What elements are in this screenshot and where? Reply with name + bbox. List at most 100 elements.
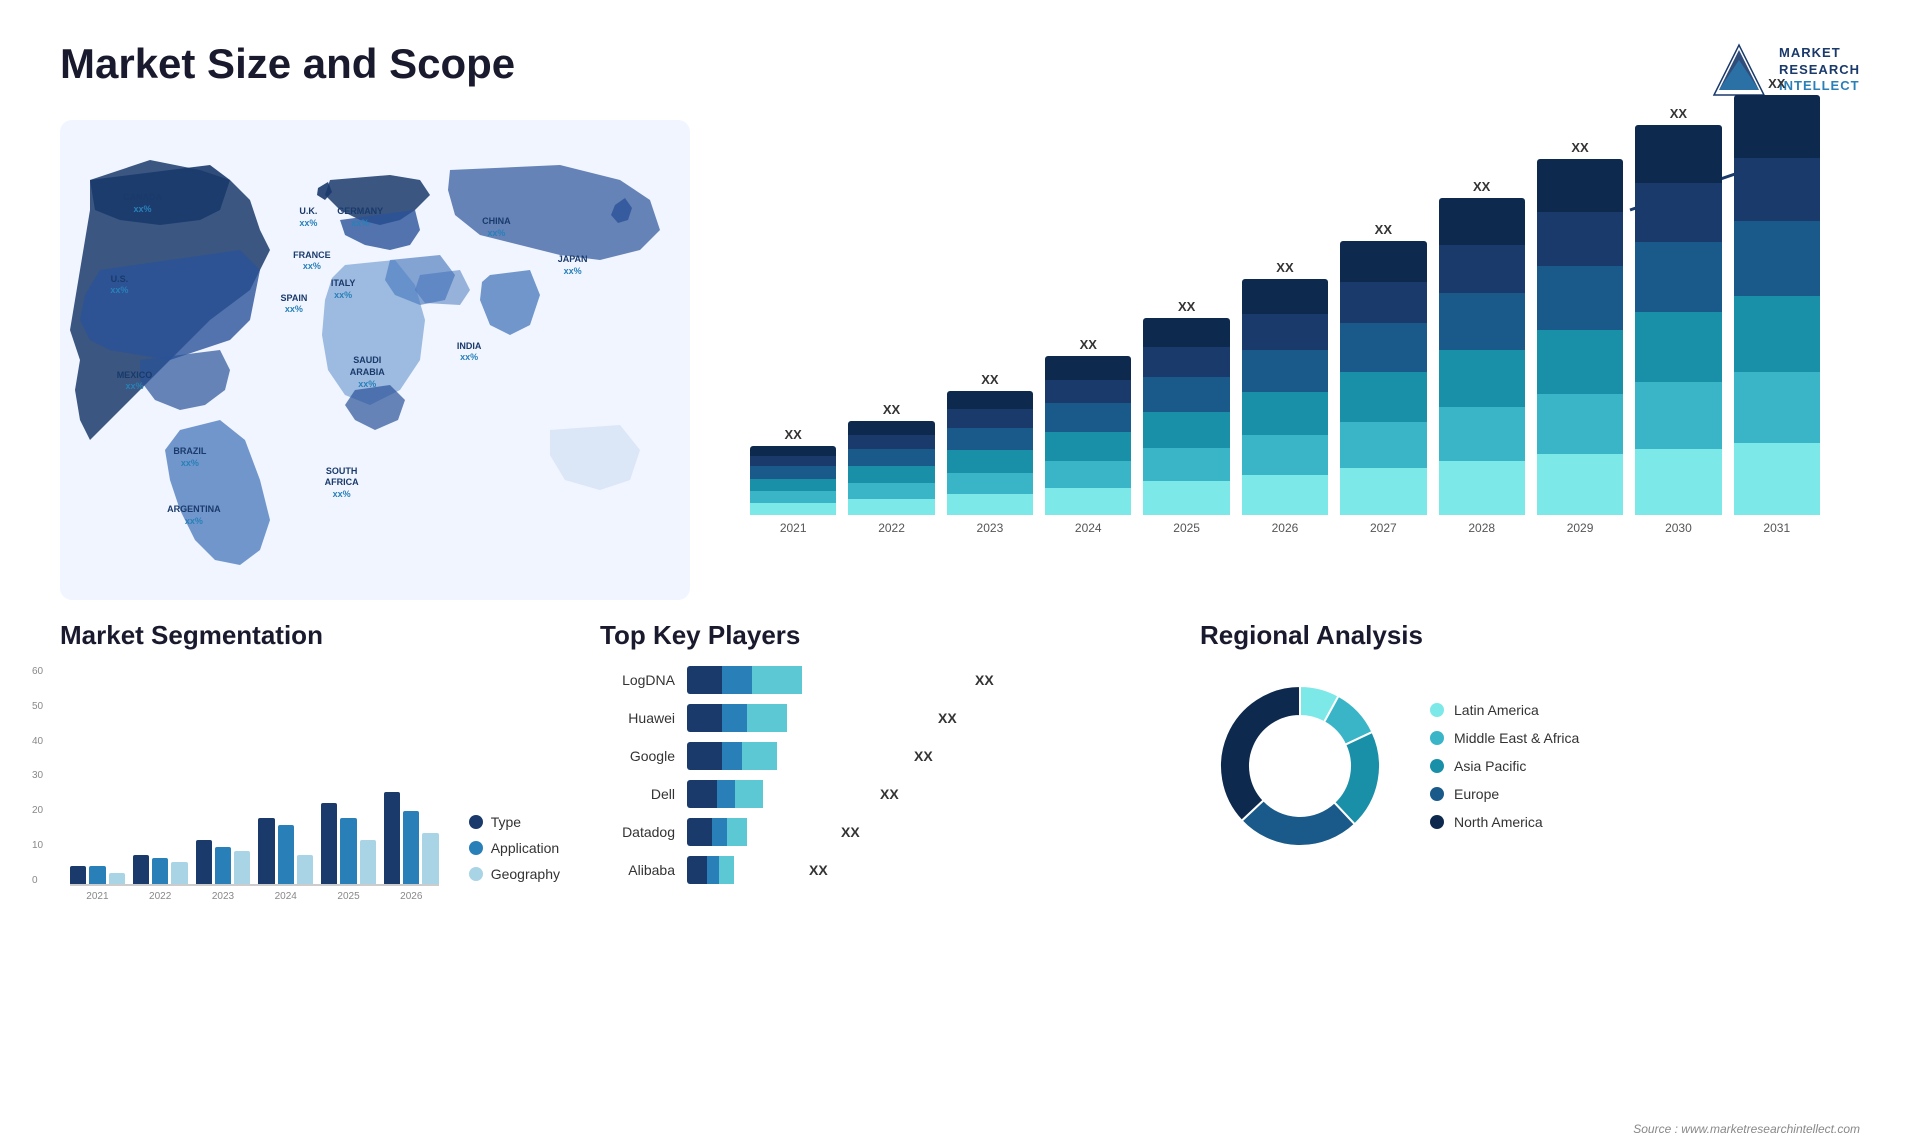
key-players-title: Top Key Players	[600, 620, 1160, 651]
seg-bar-geo	[109, 873, 125, 884]
bar-stack-2030	[1635, 125, 1721, 515]
bar-seg	[1143, 377, 1229, 412]
bar-seg	[750, 446, 836, 456]
player-row-2: Google XX	[600, 742, 1160, 770]
country-uk: U.K.xx%	[299, 206, 317, 229]
seg-legend-label: Application	[491, 840, 560, 856]
bar-year-2021: 2021	[780, 521, 807, 535]
player-bar-seg1	[687, 666, 722, 694]
regional-legend-label: Asia Pacific	[1454, 758, 1526, 774]
bar-seg	[1340, 282, 1426, 323]
player-bar-container: XX	[687, 818, 1160, 846]
bar-seg	[1340, 372, 1426, 421]
player-bar-seg2	[712, 818, 727, 846]
regional-dot	[1430, 815, 1444, 829]
player-bar-seg2	[717, 780, 735, 808]
map-labels: CANADAxx% U.S.xx% MEXICOxx% BRAZILxx% AR…	[60, 120, 690, 600]
seg-legend-item: Type	[469, 814, 560, 830]
seg-bar-group-1	[133, 855, 188, 884]
bar-seg	[1143, 448, 1229, 481]
bar-seg	[1242, 475, 1328, 515]
bar-seg	[1340, 422, 1426, 469]
seg-x-label-4: 2025	[321, 891, 376, 902]
player-row-4: DatadogXX	[600, 818, 1160, 846]
header: Market Size and Scope MARKET RESEARCH IN…	[60, 40, 1860, 100]
bar-seg	[1439, 293, 1525, 350]
seg-bars-wrapper: 60 50 40 30 20 10 0 202120	[60, 666, 439, 902]
player-bar-seg2	[722, 666, 752, 694]
seg-bar-type	[384, 792, 400, 884]
player-xx: XX	[938, 710, 957, 726]
seg-bar-type	[70, 866, 86, 884]
bar-group-2024: XX2024	[1045, 337, 1131, 535]
bar-year-2026: 2026	[1272, 521, 1299, 535]
bar-seg	[947, 391, 1033, 410]
seg-bar-app	[340, 818, 356, 884]
country-mexico: MEXICOxx%	[117, 370, 153, 393]
player-xx: XX	[975, 672, 994, 688]
bar-seg	[947, 450, 1033, 472]
seg-bar-type	[321, 803, 337, 884]
player-bar-container: XX	[687, 856, 1160, 884]
bar-xx-2024: XX	[1080, 337, 1097, 352]
bar-chart-wrapper: XX2021XX2022XX2023XX2024XX2025XX2026XX20…	[730, 130, 1840, 590]
bar-group-2028: XX2028	[1439, 179, 1525, 535]
regional-legend-label: North America	[1454, 814, 1543, 830]
player-bar-seg1	[687, 780, 717, 808]
bar-seg	[1242, 392, 1328, 434]
segmentation-section: Market Segmentation 60 50 40 30 20 10 0	[60, 620, 560, 1086]
country-japan: JAPANxx%	[558, 254, 588, 277]
bar-stack-2021	[750, 446, 836, 515]
seg-bar-group-4	[321, 803, 376, 884]
players-chart: LogDNAXXHuaweiXXGoogleXXDellXXDatadogXXA…	[600, 666, 1160, 884]
bar-xx-2021: XX	[785, 427, 802, 442]
player-bar-seg1	[687, 856, 707, 884]
player-bar-seg2	[722, 704, 747, 732]
country-argentina: ARGENTINAxx%	[167, 504, 221, 527]
player-row-1: Huawei XX	[600, 704, 1160, 732]
seg-x-label-2: 2023	[196, 891, 251, 902]
seg-bar-app	[89, 866, 105, 884]
player-xx: XX	[809, 862, 828, 878]
regional-legend-item: Asia Pacific	[1430, 758, 1579, 774]
bar-seg	[1734, 296, 1820, 372]
bar-seg	[1439, 350, 1525, 407]
regional-section: Regional Analysis Latin AmericaMiddle Ea…	[1200, 620, 1860, 1086]
bar-seg	[1439, 461, 1525, 515]
country-india: INDIAxx%	[457, 341, 482, 364]
player-bar-seg3	[735, 780, 763, 808]
player-bar-seg3	[747, 704, 787, 732]
player-bar-seg3	[752, 666, 802, 694]
bar-seg	[848, 466, 934, 483]
seg-legend: Type Application Geography	[469, 814, 560, 902]
seg-bar-group-2	[196, 840, 251, 884]
segmentation-title: Market Segmentation	[60, 620, 560, 651]
player-name: Huawei	[600, 710, 675, 726]
bar-seg	[1635, 183, 1721, 242]
seg-legend-dot	[469, 815, 483, 829]
seg-bar-type	[258, 818, 274, 884]
seg-legend-label: Geography	[491, 866, 560, 882]
bar-seg	[848, 499, 934, 515]
donut-segment-4	[1220, 686, 1300, 821]
seg-bar-type	[133, 855, 149, 884]
bar-seg	[848, 435, 934, 449]
bar-seg	[1143, 412, 1229, 447]
bar-seg	[1242, 279, 1328, 314]
player-bar-seg2	[707, 856, 719, 884]
player-bar-seg3	[727, 818, 747, 846]
player-xx: XX	[914, 748, 933, 764]
seg-chart-container: 60 50 40 30 20 10 0 202120	[60, 666, 560, 902]
bar-chart-area: XX2021XX2022XX2023XX2024XX2025XX2026XX20…	[730, 130, 1840, 535]
player-name: Google	[600, 748, 675, 764]
player-row-0: LogDNAXX	[600, 666, 1160, 694]
seg-bar-group-0	[70, 866, 125, 884]
regional-legend: Latin AmericaMiddle East & AfricaAsia Pa…	[1430, 702, 1579, 830]
bar-seg	[1537, 212, 1623, 265]
key-players-section: Top Key Players LogDNAXX Huawei XX Google XX…	[600, 620, 1160, 1086]
bar-seg	[1734, 443, 1820, 514]
donut-chart-svg	[1200, 666, 1400, 866]
player-bar	[687, 704, 930, 732]
country-southafrica: SOUTHAFRICAxx%	[325, 466, 359, 501]
seg-x-label-3: 2024	[258, 891, 313, 902]
